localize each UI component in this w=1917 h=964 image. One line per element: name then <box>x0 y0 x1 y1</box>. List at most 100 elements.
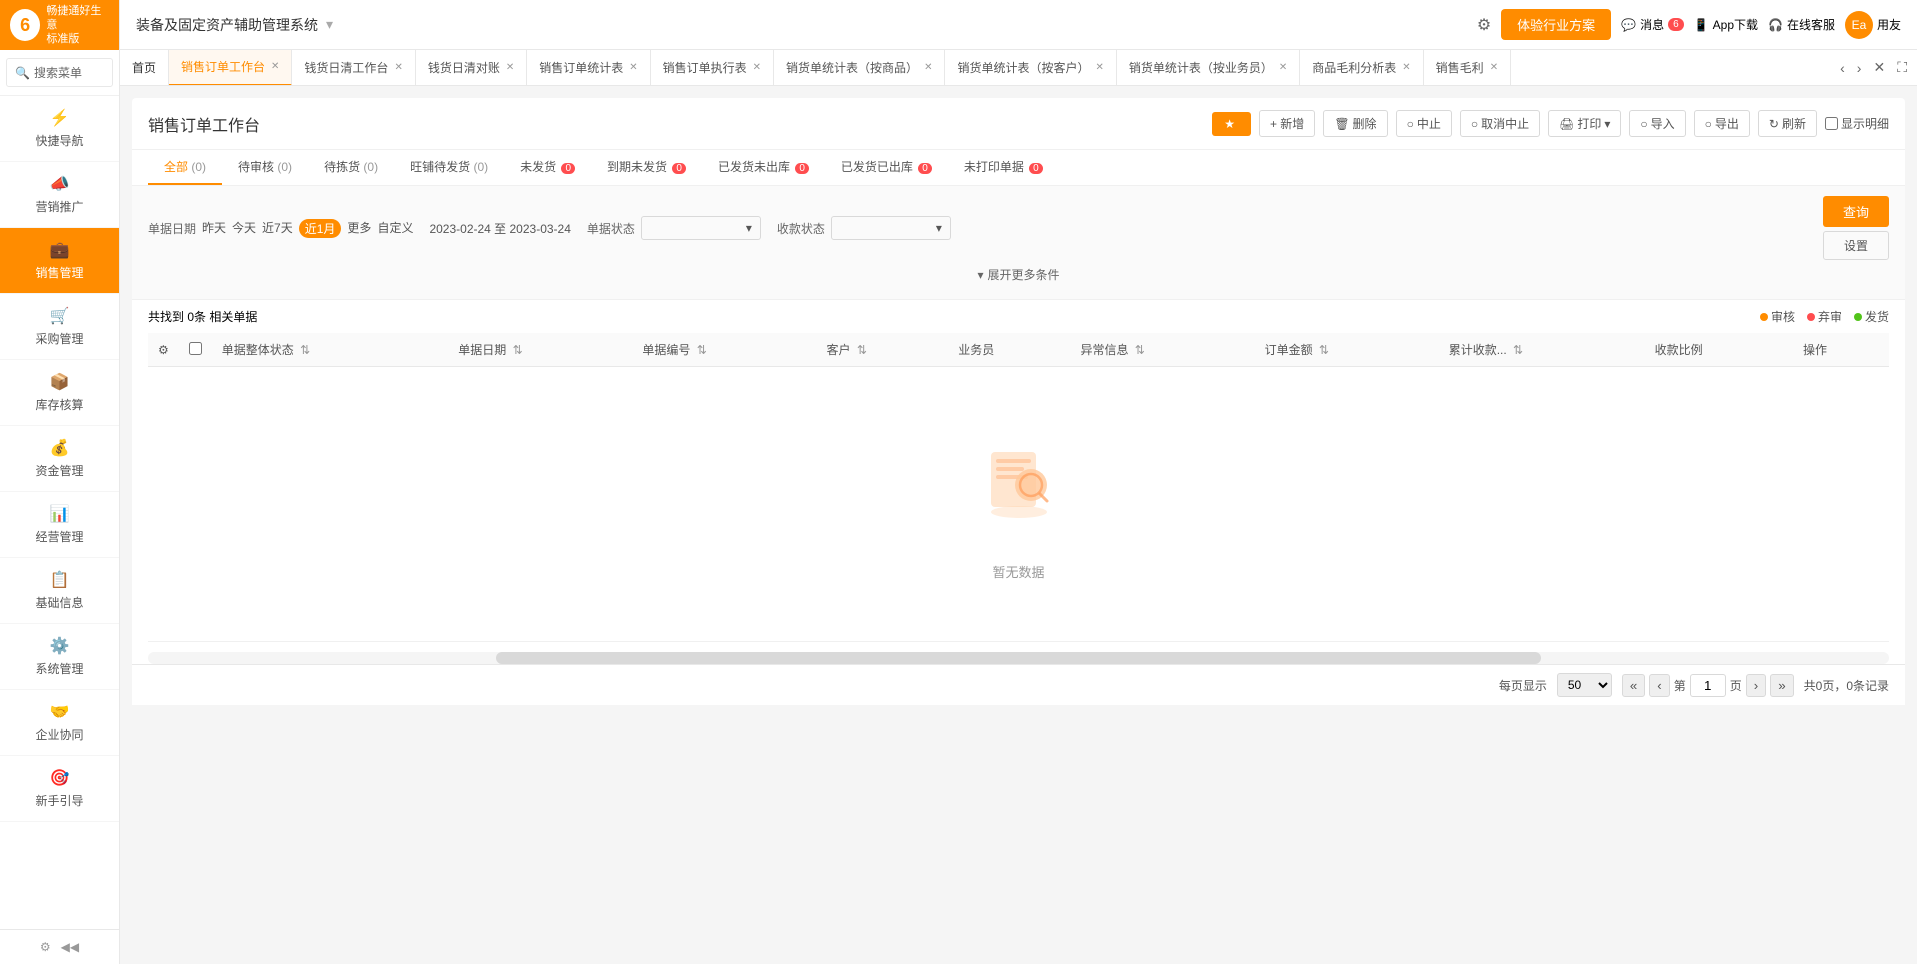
export-button[interactable]: ○ 导出 <box>1694 110 1750 137</box>
display-compact-checkbox-label[interactable]: 显示明细 <box>1825 115 1889 132</box>
sidebar-item-purchase[interactable]: 🛒 采购管理 <box>0 294 119 360</box>
query-button[interactable]: 查询 <box>1823 196 1889 227</box>
tab-close-icon[interactable]: ✕ <box>1095 62 1103 73</box>
tab-home[interactable]: 首页 <box>120 50 169 86</box>
tab-close-icon[interactable]: ✕ <box>506 62 514 73</box>
page-navigation: « ‹ 第 页 › » <box>1622 674 1794 697</box>
search-menu-button[interactable]: 🔍 搜索菜单 <box>6 58 113 87</box>
batch-cancel-review-action[interactable]: 弃审 <box>1807 308 1842 325</box>
sub-tab-all[interactable]: 全部 (0) <box>148 150 222 185</box>
tab-sales-by-customer[interactable]: 销货单统计表（按客户） ✕ <box>945 50 1116 86</box>
sidebar-item-quicknav[interactable]: ⚡ 快捷导航 <box>0 96 119 162</box>
tab-sales-stats[interactable]: 销售订单统计表 ✕ <box>527 50 650 86</box>
online-service-action[interactable]: 🎧 在线客服 <box>1768 16 1835 33</box>
date-yesterday[interactable]: 昨天 <box>202 219 226 238</box>
sidebar-item-finance[interactable]: 💰 资金管理 <box>0 426 119 492</box>
sort-icon[interactable]: ⇅ <box>857 343 867 357</box>
tab-maximize-button[interactable]: ⛶ <box>1893 57 1911 78</box>
tab-close-icon[interactable]: ✕ <box>753 62 761 73</box>
tab-sales-exec[interactable]: 销售订单执行表 ✕ <box>651 50 774 86</box>
settings-gear-icon[interactable]: ⚙ <box>1477 15 1491 35</box>
expand-more-conditions[interactable]: ▾ 展开更多条件 <box>148 260 1889 289</box>
tab-scroll-right-button[interactable]: › <box>1853 58 1866 78</box>
dropdown-arrow-icon[interactable]: ▾ <box>326 16 333 33</box>
sub-tab-unprinted[interactable]: 未打印单据 0 <box>948 150 1059 185</box>
sidebar-item-basics[interactable]: 📋 基础信息 <box>0 558 119 624</box>
first-page-button[interactable]: « <box>1622 674 1645 697</box>
sub-tab-shipped-out[interactable]: 已发货已出库 0 <box>825 150 948 185</box>
display-compact-checkbox[interactable] <box>1825 117 1838 130</box>
status-select[interactable]: ▾ <box>641 216 761 240</box>
date-today[interactable]: 今天 <box>232 219 256 238</box>
cancel-stop-button[interactable]: ○ 取消中止 <box>1460 110 1540 137</box>
tab-scroll-left-button[interactable]: ‹ <box>1836 58 1849 78</box>
sidebar-item-operations[interactable]: 📊 经营管理 <box>0 492 119 558</box>
payment-select[interactable]: ▾ <box>831 216 951 240</box>
sort-icon[interactable]: ⇅ <box>1513 343 1523 357</box>
tab-cash-daily[interactable]: 钱货日清工作台 ✕ <box>292 50 415 86</box>
sort-icon[interactable]: ⇅ <box>1135 343 1145 357</box>
quicknav-icon: ⚡ <box>50 108 70 128</box>
delete-button[interactable]: 🗑 删除 <box>1323 110 1387 137</box>
tab-sales-by-staff[interactable]: 销货单统计表（按业务员） ✕ <box>1117 50 1300 86</box>
tab-sales-workbench[interactable]: 销售订单工作台 ✕ <box>169 50 292 86</box>
message-action[interactable]: 💬 消息 6 <box>1621 16 1684 33</box>
print-button[interactable]: 🖨 打印 ▾ <box>1548 110 1621 137</box>
sort-icon[interactable]: ⇅ <box>1319 343 1329 357</box>
sidebar-item-inventory[interactable]: 📦 库存核算 <box>0 360 119 426</box>
tab-close-icon[interactable]: ✕ <box>1279 62 1287 73</box>
page-number-input[interactable] <box>1690 674 1726 697</box>
tab-close-icon[interactable]: ✕ <box>271 61 279 72</box>
date-custom[interactable]: 自定义 <box>377 219 413 238</box>
settings-icon[interactable]: ⚙ <box>40 940 51 954</box>
page-size-select[interactable]: 50 100 200 <box>1557 673 1612 697</box>
sub-tab-overdue-unshipped[interactable]: 到期未发货 0 <box>591 150 702 185</box>
table-col-settings[interactable]: ⚙ <box>148 333 179 367</box>
last-page-button[interactable]: » <box>1770 674 1793 697</box>
sidebar-item-guide[interactable]: 🎯 新手引导 <box>0 756 119 822</box>
tab-close-icon[interactable]: ✕ <box>394 62 402 73</box>
tab-cash-account[interactable]: 钱货日清对账 ✕ <box>416 50 527 86</box>
sidebar-item-system[interactable]: ⚙️ 系统管理 <box>0 624 119 690</box>
date-more[interactable]: 更多 <box>347 219 371 238</box>
sidebar-item-collab[interactable]: 🤝 企业协同 <box>0 690 119 756</box>
set-button[interactable]: 设置 <box>1823 231 1889 260</box>
tab-gross-margin[interactable]: 商品毛利分析表 ✕ <box>1300 50 1423 86</box>
collapse-icon[interactable]: ◀◀ <box>61 940 79 954</box>
user-action[interactable]: Ea 用友 <box>1845 11 1901 39</box>
sub-tab-wangpu-ship[interactable]: 旺铺待发货 (0) <box>394 150 504 185</box>
add-button[interactable]: + 新增 <box>1259 110 1315 137</box>
import-button[interactable]: ○ 导入 <box>1629 110 1685 137</box>
sub-tab-pending-pickup[interactable]: 待拣货 (0) <box>308 150 394 185</box>
next-page-button[interactable]: › <box>1746 674 1766 697</box>
batch-ship-action[interactable]: 发货 <box>1854 308 1889 325</box>
table-col-checkbox[interactable] <box>179 333 212 367</box>
tab-sales-revenue[interactable]: 销售毛利 ✕ <box>1424 50 1511 86</box>
sidebar-item-marketing[interactable]: 📣 营销推广 <box>0 162 119 228</box>
tab-close-all-button[interactable]: ✕ <box>1869 57 1889 78</box>
refresh-button[interactable]: ↻ 刷新 <box>1758 110 1817 137</box>
col-settings-icon[interactable]: ⚙ <box>158 343 169 357</box>
sort-icon[interactable]: ⇅ <box>513 343 523 357</box>
horizontal-scrollbar[interactable] <box>148 652 1889 664</box>
sub-tab-shipped-no-out[interactable]: 已发货未出库 0 <box>702 150 825 185</box>
batch-review-action[interactable]: 审核 <box>1760 308 1795 325</box>
prev-page-button[interactable]: ‹ <box>1649 674 1669 697</box>
date-7days[interactable]: 近7天 <box>262 219 293 238</box>
select-all-checkbox[interactable] <box>189 342 202 355</box>
app-download-action[interactable]: 📱 App下载 <box>1694 16 1758 33</box>
stop-button[interactable]: ○ 中止 <box>1396 110 1452 137</box>
smart-generate-button[interactable]: ★ <box>1212 112 1251 136</box>
tab-close-icon[interactable]: ✕ <box>1402 62 1410 73</box>
tab-sales-by-product[interactable]: 销货单统计表（按商品） ✕ <box>774 50 945 86</box>
tab-close-icon[interactable]: ✕ <box>924 62 932 73</box>
sub-tab-pending-review[interactable]: 待审核 (0) <box>222 150 308 185</box>
tab-close-icon[interactable]: ✕ <box>629 62 637 73</box>
sort-icon[interactable]: ⇅ <box>697 343 707 357</box>
sort-icon[interactable]: ⇅ <box>300 343 310 357</box>
industry-solution-button[interactable]: 体验行业方案 <box>1501 9 1611 40</box>
date-1month[interactable]: 近1月 <box>299 219 342 238</box>
tab-close-icon[interactable]: ✕ <box>1490 62 1498 73</box>
sidebar-item-sales[interactable]: 💼 销售管理 <box>0 228 119 294</box>
sub-tab-unshipped[interactable]: 未发货 0 <box>504 150 591 185</box>
